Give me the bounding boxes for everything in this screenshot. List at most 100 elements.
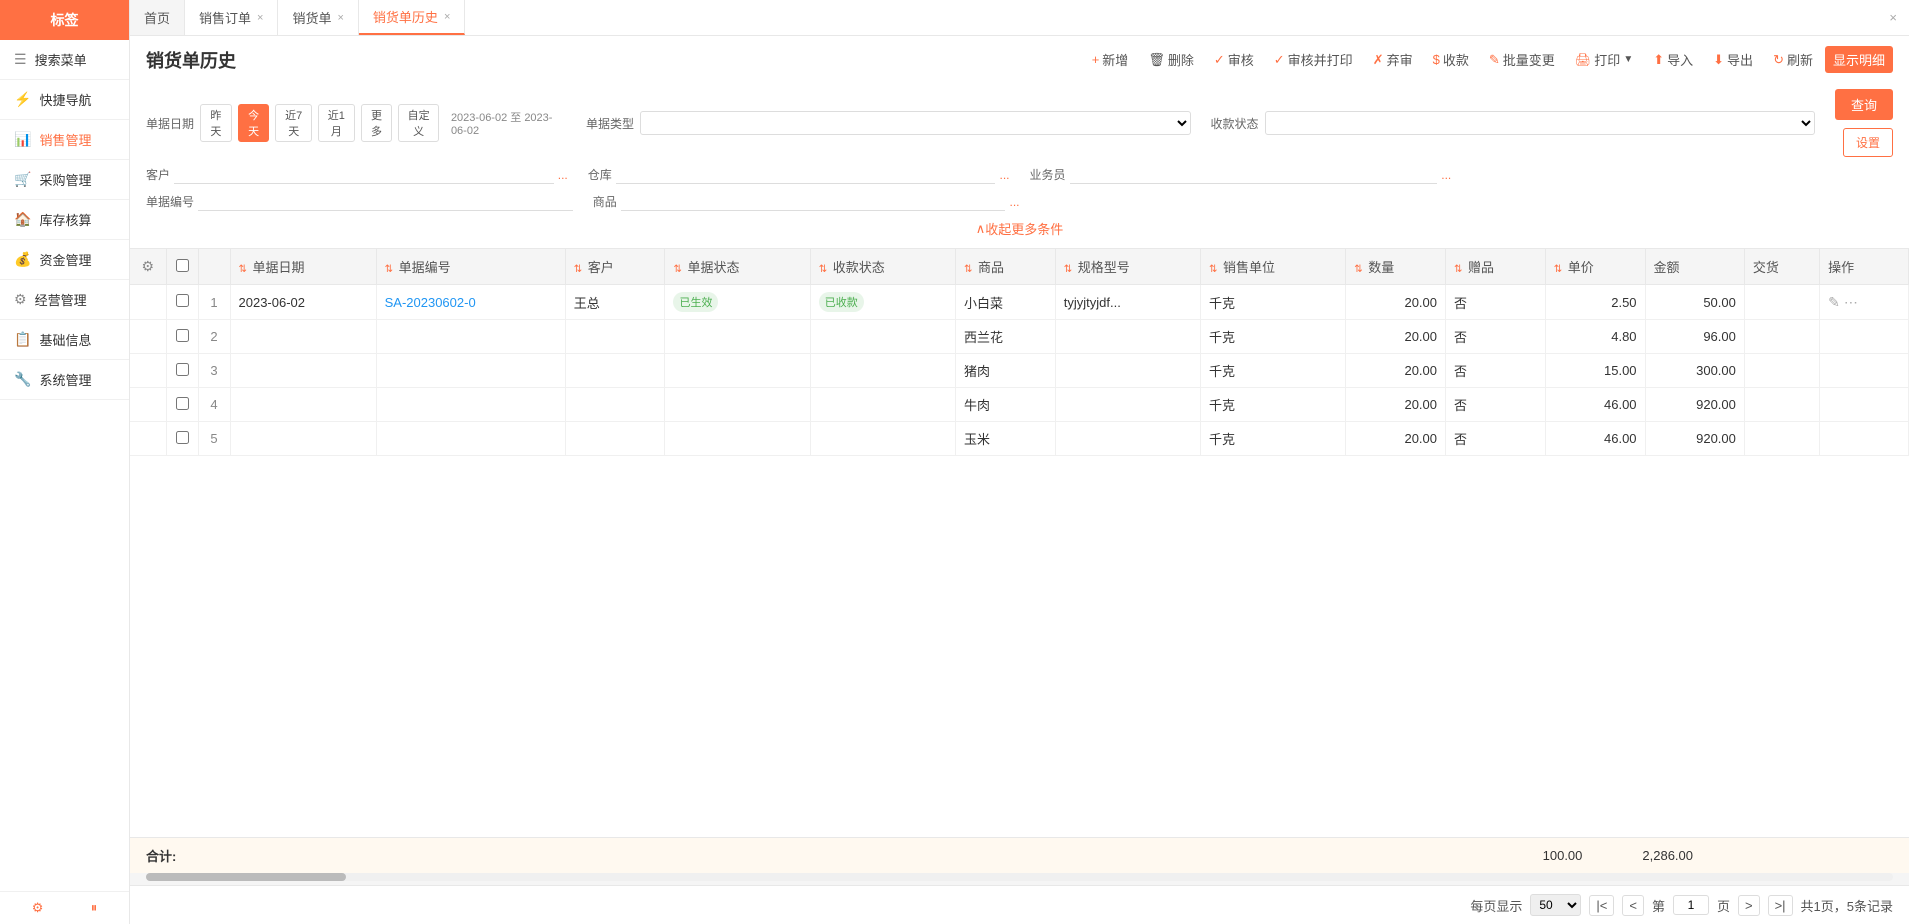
audit-print-button[interactable]: ✓ 审核并打印 <box>1266 46 1361 73</box>
goods-ellipsis[interactable]: ... <box>1009 195 1019 209</box>
warehouse-ellipsis[interactable]: ... <box>999 168 1009 182</box>
col-unit[interactable]: ⇅ 销售单位 <box>1201 249 1346 285</box>
yesterday-btn[interactable]: 昨天 <box>200 104 232 142</box>
tab-sales-history[interactable]: 销货单历史 × <box>359 0 465 35</box>
horizontal-scrollbar[interactable] <box>146 873 1893 881</box>
gear-icon[interactable]: ⚙ <box>141 258 154 274</box>
query-button[interactable]: 查询 <box>1835 89 1893 120</box>
docno-input[interactable] <box>198 192 573 211</box>
refresh-button[interactable]: ↻ 刷新 <box>1765 46 1821 73</box>
last-page-btn[interactable]: >| <box>1768 895 1793 916</box>
col-gift[interactable]: ⇅ 赠品 <box>1446 249 1546 285</box>
select-all-checkbox[interactable] <box>176 259 189 272</box>
payment-status-select[interactable] <box>1265 111 1815 135</box>
tab-sales-goods[interactable]: 销货单 × <box>278 0 358 35</box>
print-button[interactable]: 🖨 打印 ▼ <box>1567 46 1641 73</box>
col-goods[interactable]: ⇅ 商品 <box>955 249 1055 285</box>
col-checkbox[interactable] <box>166 249 198 285</box>
page-input[interactable] <box>1673 895 1709 915</box>
sidebar-item-basic-info[interactable]: 📋 基础信息 <box>0 320 129 360</box>
custom-btn[interactable]: 自定义 <box>398 104 439 142</box>
customer-ellipsis[interactable]: ... <box>558 168 568 182</box>
docno-filter-item: 单据编号 <box>146 192 573 211</box>
sidebar-item-purchase-mgmt[interactable]: 🛒 采购管理 <box>0 160 129 200</box>
row-checkbox[interactable] <box>166 320 198 354</box>
sidebar-item-quick-nav[interactable]: ⚡ 快捷导航 <box>0 80 129 120</box>
edit-action-icon[interactable]: ✎ <box>1828 294 1840 310</box>
row-checkbox[interactable] <box>166 354 198 388</box>
today-btn[interactable]: 今天 <box>238 104 270 142</box>
row-checkbox[interactable] <box>166 285 198 320</box>
warehouse-input[interactable] <box>616 165 996 184</box>
tab-home-label: 首页 <box>144 8 170 27</box>
table-container[interactable]: ⚙ ⇅ 单据日期 ⇅ 单据编号 ⇅ <box>130 249 1909 837</box>
row-select-checkbox[interactable] <box>176 329 189 342</box>
tab-sales-order-close[interactable]: × <box>257 12 263 24</box>
tab-home[interactable]: 首页 <box>130 0 185 35</box>
col-doc-no[interactable]: ⇅ 单据编号 <box>376 249 565 285</box>
sidebar-item-sys-mgmt[interactable]: 🔧 系统管理 <box>0 360 129 400</box>
pause-bottom-icon[interactable]: ⏸ <box>91 900 98 916</box>
col-payment-status[interactable]: ⇅ 收款状态 <box>810 249 955 285</box>
row-select-checkbox[interactable] <box>176 363 189 376</box>
discard-label: 弃审 <box>1387 50 1413 69</box>
row-doc-no <box>376 320 565 354</box>
discard-button[interactable]: ✗ 弃审 <box>1365 46 1421 73</box>
col-gear[interactable]: ⚙ <box>130 249 166 285</box>
tab-sales-order-label: 销售订单 <box>199 8 251 27</box>
sidebar-item-inventory[interactable]: 🏠 库存核算 <box>0 200 129 240</box>
collapse-filter-btn[interactable]: ∧ 收起更多条件 <box>146 219 1893 238</box>
sidebar-item-search-menu[interactable]: ☰ 搜索菜单 <box>0 40 129 80</box>
customer-input[interactable] <box>174 165 554 184</box>
first-page-btn[interactable]: |< <box>1589 895 1614 916</box>
row-select-checkbox[interactable] <box>176 431 189 444</box>
audit-button[interactable]: ✓ 审核 <box>1206 46 1262 73</box>
sort-icon: ⇅ <box>673 264 681 275</box>
col-rownum <box>198 249 230 285</box>
tab-close-all-button[interactable]: × <box>1877 10 1909 25</box>
goods-input[interactable] <box>621 192 1006 211</box>
set-button[interactable]: 设置 <box>1843 128 1893 157</box>
col-doc-status[interactable]: ⇅ 单据状态 <box>665 249 810 285</box>
import-button[interactable]: ⬆ 导入 <box>1645 46 1701 73</box>
7days-btn[interactable]: 近7天 <box>275 104 312 142</box>
row-checkbox[interactable] <box>166 388 198 422</box>
settings-bottom-icon[interactable]: ⚙ <box>32 900 44 916</box>
row-select-checkbox[interactable] <box>176 294 189 307</box>
row-num: 3 <box>198 354 230 388</box>
sidebar-item-sales-mgmt[interactable]: 📊 销售管理 <box>0 120 129 160</box>
scrollbar-thumb[interactable] <box>146 873 346 881</box>
warehouse-label: 仓库 <box>588 166 612 183</box>
more-action-icon[interactable]: ⋯ <box>1844 294 1858 310</box>
tab-sales-order[interactable]: 销售订单 × <box>185 0 278 35</box>
sidebar-item-ops-mgmt[interactable]: ⚙ 经营管理 <box>0 280 129 320</box>
collect-button[interactable]: $ 收款 <box>1425 46 1477 73</box>
col-qty[interactable]: ⇅ 数量 <box>1346 249 1446 285</box>
next-page-btn[interactable]: > <box>1738 895 1760 916</box>
tab-sales-history-close[interactable]: × <box>444 11 450 23</box>
sidebar-item-capital-mgmt[interactable]: 💰 资金管理 <box>0 240 129 280</box>
prev-page-btn[interactable]: < <box>1622 895 1644 916</box>
row-select-checkbox[interactable] <box>176 397 189 410</box>
col-unit-price[interactable]: ⇅ 单价 <box>1545 249 1645 285</box>
doc-type-select[interactable] <box>640 111 1190 135</box>
discard-icon: ✗ <box>1373 52 1384 68</box>
export-button[interactable]: ⬇ 导出 <box>1705 46 1761 73</box>
row-checkbox[interactable] <box>166 422 198 456</box>
col-doc-date[interactable]: ⇅ 单据日期 <box>230 249 376 285</box>
more-btn[interactable]: 更多 <box>361 104 393 142</box>
show-detail-button[interactable]: 显示明细 <box>1825 46 1893 73</box>
row-spec <box>1055 422 1200 456</box>
sidebar-item-label: 快捷导航 <box>39 90 91 109</box>
add-button[interactable]: + 新增 <box>1084 46 1137 73</box>
salesperson-ellipsis[interactable]: ... <box>1441 168 1451 182</box>
page-size-select[interactable]: 50 100 <box>1530 894 1581 916</box>
salesperson-input[interactable] <box>1070 165 1438 184</box>
tab-sales-goods-close[interactable]: × <box>337 12 343 24</box>
batch-change-button[interactable]: ✎ 批量变更 <box>1481 46 1563 73</box>
delete-button[interactable]: 🗑 删除 <box>1140 46 1202 73</box>
doc-no-link[interactable]: SA-20230602-0 <box>385 295 476 310</box>
1month-btn[interactable]: 近1月 <box>318 104 355 142</box>
col-spec[interactable]: ⇅ 规格型号 <box>1055 249 1200 285</box>
col-customer[interactable]: ⇅ 客户 <box>565 249 665 285</box>
